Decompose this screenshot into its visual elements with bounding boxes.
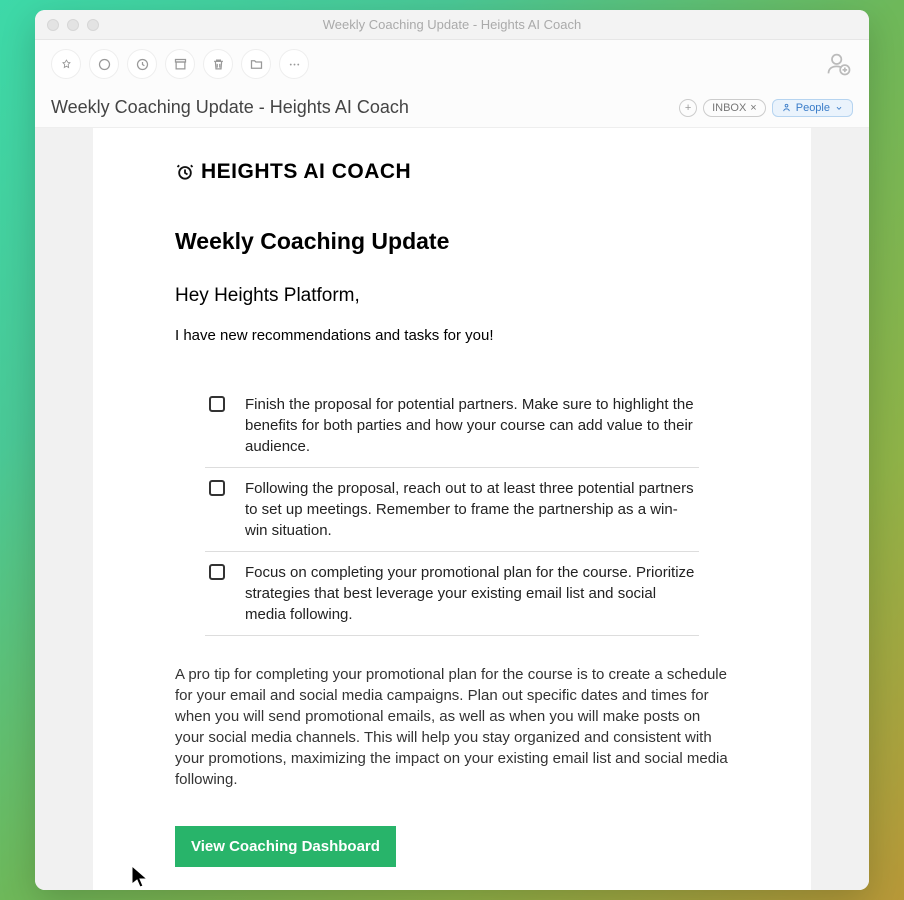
email-content: HEIGHTS AI COACH Weekly Coaching Update … [35, 128, 869, 890]
people-tag[interactable]: People [772, 99, 853, 117]
protip-text: A pro tip for completing your promotiona… [175, 664, 729, 790]
person-add-icon [825, 50, 853, 78]
header-row: Weekly Coaching Update - Heights AI Coac… [35, 88, 869, 128]
app-window: Weekly Coaching Update - Heights AI Coac… [35, 10, 869, 890]
view-dashboard-button[interactable]: View Coaching Dashboard [175, 826, 396, 867]
subject-line: Weekly Coaching Update - Heights AI Coac… [51, 97, 679, 118]
contact-button[interactable] [825, 50, 853, 78]
inbox-tag-label: INBOX [712, 102, 746, 114]
pin-icon [59, 57, 74, 72]
more-button[interactable] [279, 49, 309, 79]
task-text: Finish the proposal for potential partne… [245, 394, 695, 457]
minimize-window-icon[interactable] [67, 19, 79, 31]
window-title: Weekly Coaching Update - Heights AI Coac… [35, 17, 869, 32]
email-body: HEIGHTS AI COACH Weekly Coaching Update … [93, 128, 811, 890]
titlebar: Weekly Coaching Update - Heights AI Coac… [35, 10, 869, 40]
trash-icon [211, 57, 226, 72]
checkbox-icon[interactable] [209, 396, 225, 412]
people-tag-label: People [796, 102, 830, 114]
snooze-button[interactable] [127, 49, 157, 79]
alarm-icon [175, 162, 195, 182]
brand-logo: HEIGHTS AI COACH [175, 160, 729, 184]
inbox-tag[interactable]: INBOX × [703, 99, 766, 117]
tags: + INBOX × People [679, 99, 853, 117]
archive-button[interactable] [165, 49, 195, 79]
more-icon [287, 57, 302, 72]
trash-button[interactable] [203, 49, 233, 79]
traffic-lights [47, 19, 99, 31]
close-icon: × [750, 102, 756, 114]
checkbox-icon[interactable] [209, 564, 225, 580]
task-row: Following the proposal, reach out to at … [205, 468, 699, 552]
archive-icon [173, 57, 188, 72]
close-window-icon[interactable] [47, 19, 59, 31]
task-row: Focus on completing your promotional pla… [205, 552, 699, 636]
pin-button[interactable] [51, 49, 81, 79]
intro-text: I have new recommendations and tasks for… [175, 327, 729, 344]
toolbar [35, 40, 869, 88]
email-title: Weekly Coaching Update [175, 228, 729, 255]
folder-button[interactable] [241, 49, 271, 79]
add-tag-button[interactable]: + [679, 99, 697, 117]
clock-icon [135, 57, 150, 72]
task-text: Focus on completing your promotional pla… [245, 562, 695, 625]
brand-text: HEIGHTS AI COACH [201, 160, 411, 184]
circle-icon [97, 57, 112, 72]
person-icon [781, 102, 792, 113]
maximize-window-icon[interactable] [87, 19, 99, 31]
folder-icon [249, 57, 264, 72]
chevron-down-icon [834, 103, 844, 113]
greeting: Hey Heights Platform, [175, 285, 729, 307]
task-text: Following the proposal, reach out to at … [245, 478, 695, 541]
task-row: Finish the proposal for potential partne… [205, 384, 699, 468]
task-list: Finish the proposal for potential partne… [205, 384, 699, 636]
checkbox-icon[interactable] [209, 480, 225, 496]
mark-read-button[interactable] [89, 49, 119, 79]
